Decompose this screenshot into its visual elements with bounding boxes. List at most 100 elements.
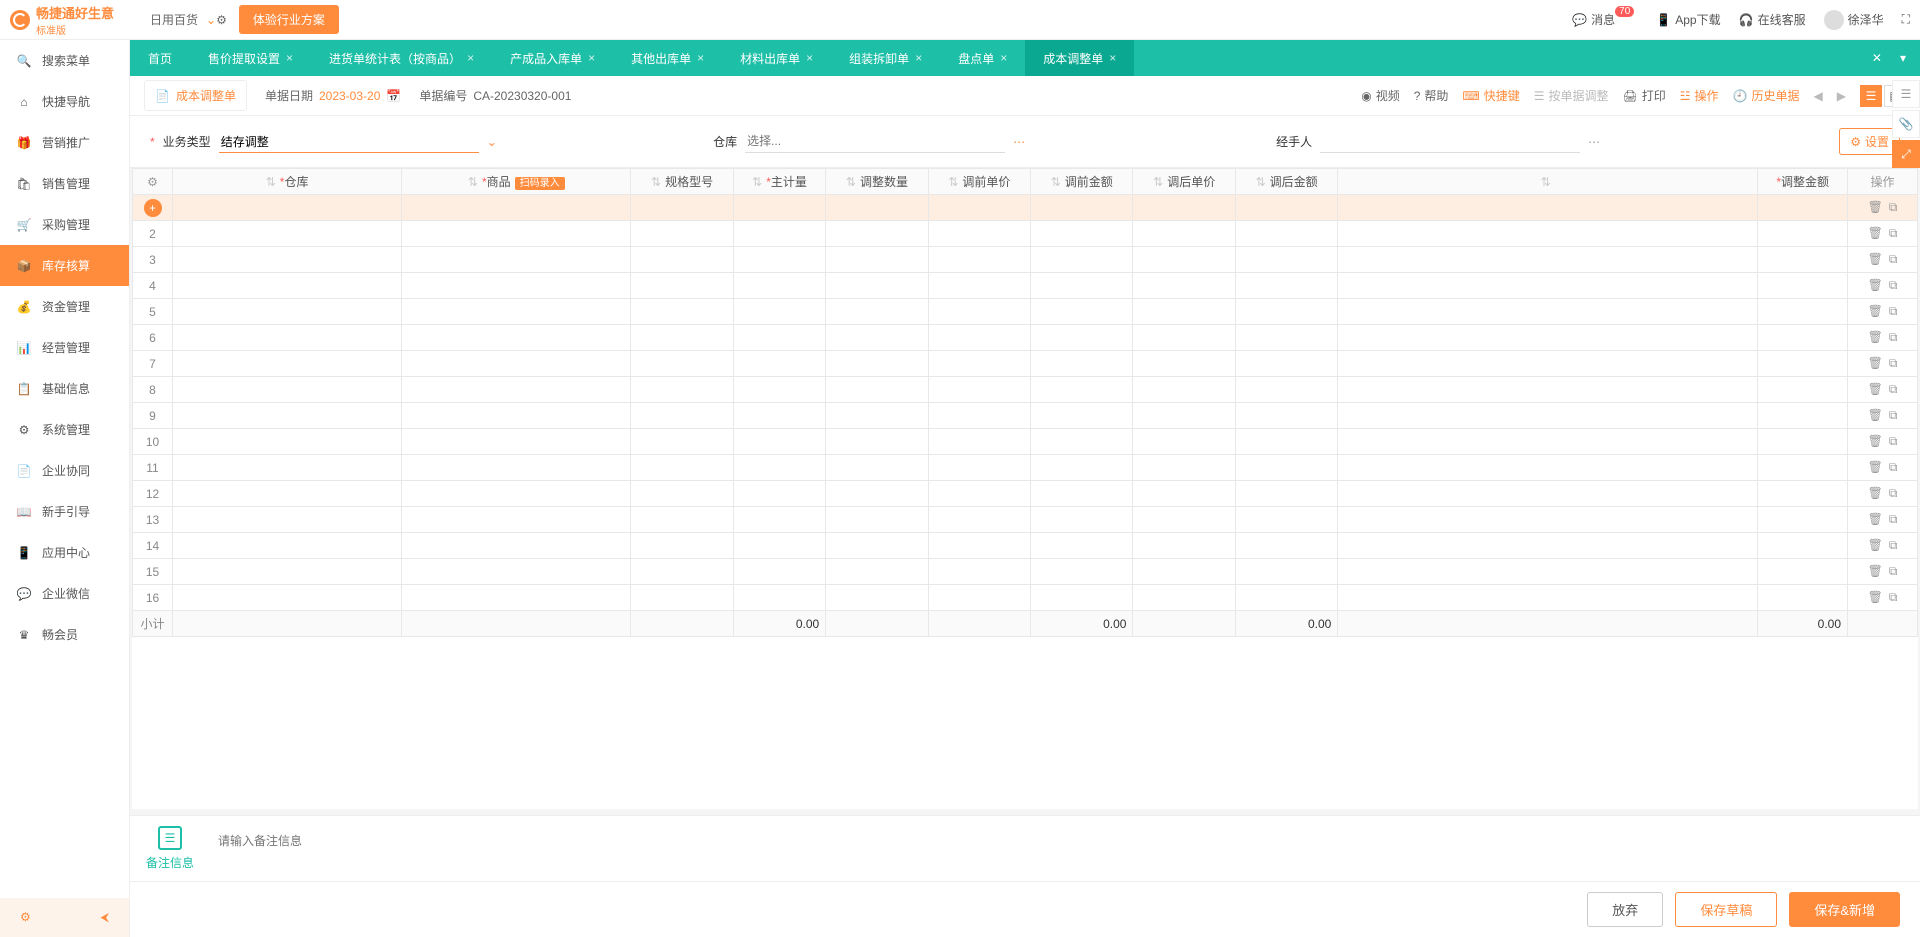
tab-close-icon[interactable]: ×	[1109, 51, 1116, 65]
delete-row-icon[interactable]: 🗑	[1868, 356, 1883, 370]
nav-item-经营管理[interactable]: 📊经营管理	[0, 327, 129, 368]
copy-row-icon[interactable]: ⧉	[1889, 356, 1898, 370]
biz-type-input[interactable]	[219, 130, 479, 153]
messages-link[interactable]: 💬 消息 70	[1572, 11, 1638, 28]
tab-close-icon[interactable]: ×	[588, 51, 595, 65]
cell-post-price[interactable]	[1133, 195, 1235, 221]
cell-spec[interactable]	[631, 195, 733, 221]
tab-close-icon[interactable]: ×	[806, 51, 813, 65]
delete-row-icon[interactable]: 🗑	[1868, 330, 1883, 344]
delete-row-icon[interactable]: 🗑	[1868, 226, 1883, 240]
nav-item-销售管理[interactable]: 🛍销售管理	[0, 163, 129, 204]
remarks-input[interactable]	[210, 826, 1904, 856]
col-pre-price[interactable]: ⇅调前单价	[928, 169, 1030, 195]
col-post-price[interactable]: ⇅调后单价	[1133, 169, 1235, 195]
print-link[interactable]: 🖨 打印	[1623, 87, 1666, 104]
cell-adj-amt[interactable]	[1758, 195, 1848, 221]
col-main-qty[interactable]: ⇅*主计量	[733, 169, 825, 195]
tab-close-icon[interactable]: ×	[697, 51, 704, 65]
more-icon[interactable]: ⋯	[1013, 135, 1025, 149]
rail-expand-icon[interactable]: ⤢	[1892, 140, 1920, 168]
copy-row-icon[interactable]: ⧉	[1889, 330, 1898, 344]
nav-item-基础信息[interactable]: 📋基础信息	[0, 368, 129, 409]
col-warehouse[interactable]: ⇅*仓库	[173, 169, 402, 195]
operations-link[interactable]: ☳ 操作	[1680, 87, 1719, 104]
nav-item-应用中心[interactable]: 📱应用中心	[0, 532, 129, 573]
tab-close-icon[interactable]: ×	[1000, 51, 1007, 65]
delete-row-icon[interactable]: 🗑	[1868, 382, 1883, 396]
copy-row-icon[interactable]: ⧉	[1889, 252, 1898, 266]
tab-close-icon[interactable]: ×	[286, 51, 293, 65]
chevron-down-icon[interactable]: ⌄	[487, 135, 497, 149]
video-link[interactable]: ◉ 视频	[1361, 87, 1400, 104]
cell-warehouse[interactable]	[173, 195, 402, 221]
batch-adjust-link[interactable]: ☰ 按单据调整	[1534, 87, 1609, 104]
app-download-link[interactable]: 📱 App下载	[1656, 11, 1720, 28]
delete-row-icon[interactable]: 🗑	[1868, 460, 1883, 474]
prev-doc[interactable]: ◀	[1814, 89, 1823, 103]
gear-icon[interactable]: ⚙	[216, 13, 227, 27]
save-draft-button[interactable]: 保存草稿	[1675, 892, 1777, 927]
support-link[interactable]: 🎧 在线客服	[1739, 11, 1806, 28]
copy-row-icon[interactable]: ⧉	[1889, 278, 1898, 292]
copy-row-icon[interactable]: ⧉	[1889, 226, 1898, 240]
col-adj-qty[interactable]: ⇅调整数量	[826, 169, 928, 195]
save-new-button[interactable]: 保存&新增	[1789, 892, 1900, 927]
cell-product[interactable]	[402, 195, 631, 221]
nav-item-库存核算[interactable]: 📦库存核算	[0, 245, 129, 286]
nav-item-采购管理[interactable]: 🛒采购管理	[0, 204, 129, 245]
category-select[interactable]: 日用百货 ⌄	[150, 11, 216, 28]
copy-row-icon[interactable]: ⧉	[1889, 382, 1898, 396]
col-post-amt[interactable]: ⇅调后金额	[1235, 169, 1337, 195]
copy-row-icon[interactable]: ⧉	[1889, 590, 1898, 604]
tab-产成品入库单[interactable]: 产成品入库单×	[492, 40, 613, 76]
doc-date-field[interactable]: 单据日期 2023-03-20 📅	[265, 87, 401, 104]
tab-成本调整单[interactable]: 成本调整单×	[1025, 40, 1134, 76]
cell-adj-qty[interactable]	[826, 195, 928, 221]
add-row-button[interactable]: +	[144, 199, 162, 217]
discard-button[interactable]: 放弃	[1587, 892, 1663, 927]
nav-item-营销推广[interactable]: 🎁营销推广	[0, 122, 129, 163]
copy-row-icon[interactable]: ⧉	[1889, 460, 1898, 474]
delete-row-icon[interactable]: 🗑	[1868, 408, 1883, 422]
nav-item-企业协同[interactable]: 📄企业协同	[0, 450, 129, 491]
handler-input[interactable]	[1320, 130, 1580, 153]
settings-button[interactable]: ⚙ 设置	[1839, 128, 1900, 155]
delete-row-icon[interactable]: 🗑	[1868, 590, 1883, 604]
warehouse-input[interactable]	[745, 130, 1005, 153]
view-list[interactable]: ☰	[1860, 85, 1882, 107]
nav-item-资金管理[interactable]: 💰资金管理	[0, 286, 129, 327]
col-spec[interactable]: ⇅规格型号	[631, 169, 733, 195]
tab-售价提取设置[interactable]: 售价提取设置×	[190, 40, 311, 76]
tab-menu[interactable]: ▾	[1894, 47, 1912, 69]
nav-item-系统管理[interactable]: ⚙系统管理	[0, 409, 129, 450]
tab-close-icon[interactable]: ×	[467, 51, 474, 65]
copy-row-icon[interactable]: ⧉	[1889, 304, 1898, 318]
tab-close-icon[interactable]: ×	[915, 51, 922, 65]
nav-item-新手引导[interactable]: 📖新手引导	[0, 491, 129, 532]
col-product[interactable]: ⇅*商品扫码录入	[402, 169, 631, 195]
cell-pre-amt[interactable]	[1031, 195, 1133, 221]
user-menu[interactable]: 徐泽华	[1824, 10, 1884, 30]
nav-item-搜索菜单[interactable]: 🔍搜索菜单	[0, 40, 129, 81]
cell-main-qty[interactable]	[733, 195, 825, 221]
delete-row-icon[interactable]: 🗑	[1868, 512, 1883, 526]
delete-row-icon[interactable]: 🗑	[1868, 538, 1883, 552]
delete-row-icon[interactable]: 🗑	[1868, 200, 1883, 214]
tab-首页[interactable]: 首页	[130, 40, 190, 76]
copy-row-icon[interactable]: ⧉	[1889, 538, 1898, 552]
delete-row-icon[interactable]: 🗑	[1868, 564, 1883, 578]
shortcut-link[interactable]: ⌨ 快捷键	[1462, 87, 1519, 104]
next-doc[interactable]: ▶	[1837, 89, 1846, 103]
copy-row-icon[interactable]: ⧉	[1889, 486, 1898, 500]
rail-note-icon[interactable]: ☰	[1892, 80, 1920, 108]
tab-材料出库单[interactable]: 材料出库单×	[722, 40, 831, 76]
col-adj-amt[interactable]: *调整金额	[1758, 169, 1848, 195]
rail-attach-icon[interactable]: 📎	[1892, 110, 1920, 138]
col-settings[interactable]: ⚙	[133, 169, 173, 195]
calendar-icon[interactable]: 📅	[386, 89, 401, 103]
settings-icon[interactable]: ⚙	[20, 910, 31, 925]
delete-row-icon[interactable]: 🗑	[1868, 304, 1883, 318]
delete-row-icon[interactable]: 🗑	[1868, 278, 1883, 292]
tab-组装拆卸单[interactable]: 组装拆卸单×	[831, 40, 940, 76]
